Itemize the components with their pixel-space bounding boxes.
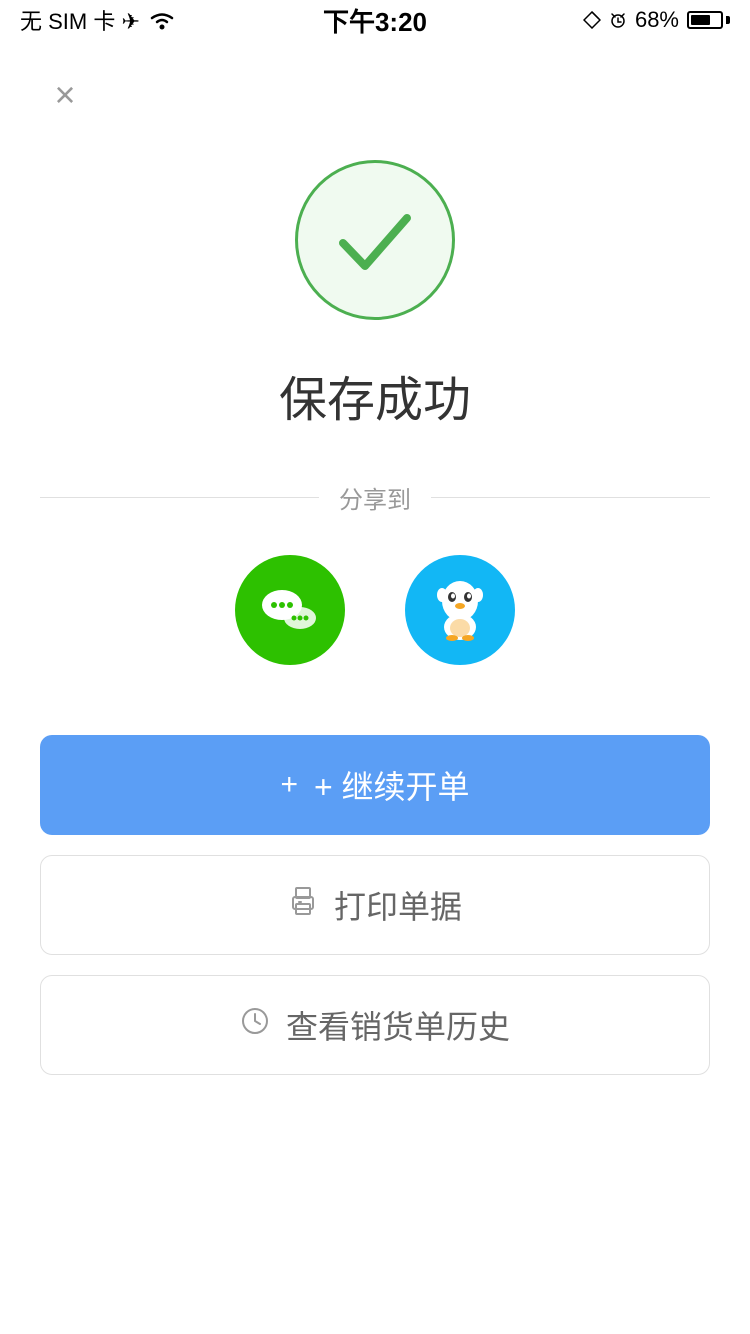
close-icon: × (54, 77, 75, 113)
history-button[interactable]: 查看销货单历史 (40, 975, 710, 1075)
wifi-icon (148, 10, 176, 30)
history-label: 查看销货单历史 (286, 1002, 510, 1048)
main-content: 保存成功 分享到 (0, 120, 750, 1334)
qq-icon (430, 575, 490, 645)
battery-icon (687, 11, 730, 29)
status-time: 下午3:20 (323, 2, 427, 39)
status-left: 无 SIM 卡 ✈ (20, 4, 176, 36)
alarm-icon (609, 11, 627, 29)
print-button[interactable]: 打印单据 (40, 855, 710, 955)
status-bar: 无 SIM 卡 ✈ 下午3:20 68% (0, 0, 750, 40)
sim-status: 无 SIM 卡 ✈ (20, 4, 140, 36)
status-right: 68% (583, 7, 730, 33)
share-divider: 分享到 (40, 480, 710, 515)
history-icon (240, 1006, 270, 1044)
print-label: 打印单据 (334, 882, 462, 928)
checkmark-icon (335, 208, 415, 273)
wechat-share-button[interactable] (235, 555, 345, 665)
share-label: 分享到 (339, 480, 411, 515)
success-circle (295, 160, 455, 320)
close-button[interactable]: × (40, 70, 90, 120)
wechat-icon (258, 583, 323, 638)
success-title: 保存成功 (279, 360, 471, 430)
action-buttons: + + 继续开单 打印单据 查看销货单历史 (40, 735, 710, 1075)
share-section: 分享到 (40, 480, 710, 665)
plus-icon: + (280, 768, 298, 802)
qq-share-button[interactable] (405, 555, 515, 665)
share-icons (40, 555, 710, 665)
print-icon (288, 887, 318, 923)
continue-label: + 继续开单 (314, 762, 470, 808)
battery-percent: 68% (635, 7, 679, 33)
continue-button[interactable]: + + 继续开单 (40, 735, 710, 835)
location-icon (583, 11, 601, 29)
